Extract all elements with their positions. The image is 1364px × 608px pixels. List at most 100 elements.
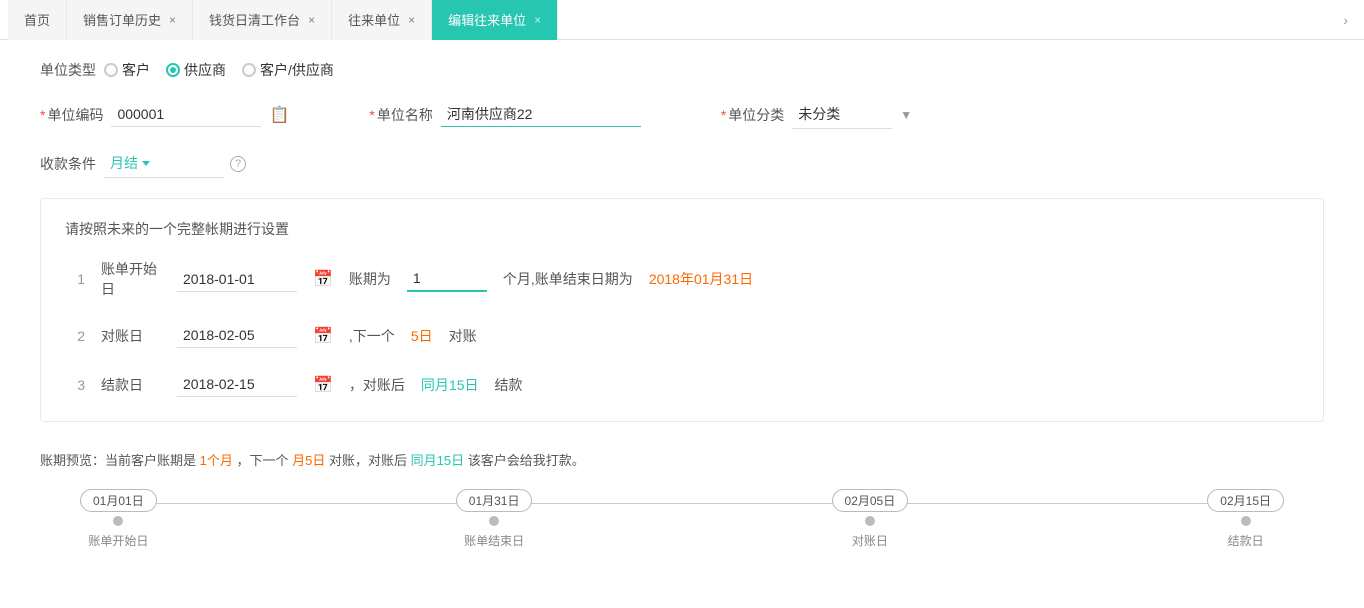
preview-part2: 月5日	[292, 453, 325, 468]
period-label-1: 账单开始日	[101, 259, 161, 299]
period-payment-cal-icon[interactable]: 📅	[313, 375, 333, 395]
payment-help-icon[interactable]: ?	[230, 156, 246, 172]
tab-home-label: 首页	[24, 10, 50, 29]
unit-name-input[interactable]	[441, 102, 641, 127]
radio-customer[interactable]: 客户	[104, 60, 150, 80]
radio-both-circle	[242, 63, 256, 77]
unit-category-value: 未分类	[792, 100, 892, 129]
timeline-dot-1	[113, 516, 123, 526]
timeline-point-1: 01月01日 账单开始日	[80, 489, 157, 549]
timeline-dot-3	[865, 516, 875, 526]
unit-info-row: * 单位编码 📋 * 单位名称 * 单位分类 未分类 ▼	[40, 100, 1324, 129]
radio-customer-label: 客户	[122, 60, 150, 80]
preview-part3: 同月15日	[411, 453, 464, 468]
period-reconcile-cal-icon[interactable]: 📅	[313, 326, 333, 346]
period-label-2: 对账日	[101, 326, 161, 346]
timeline-badge-2: 01月31日	[456, 489, 533, 512]
timeline-badge-4: 02月15日	[1207, 489, 1284, 512]
tab-daily-work-close[interactable]: ×	[308, 13, 315, 27]
radio-customer-circle	[104, 63, 118, 77]
tab-edit-counterparty-label: 编辑往来单位	[448, 10, 526, 29]
tab-counterparty-close[interactable]: ×	[408, 13, 415, 27]
unit-type-row: 单位类型 客户 供应商 客户/供应商	[40, 60, 1324, 80]
timeline: 01月01日 账单开始日 01月31日 账单结束日 02月05日 对账日	[40, 489, 1324, 549]
timeline-label-3: 对账日	[852, 532, 888, 549]
unit-category-star: *	[721, 107, 726, 123]
preview-sep2: 对账，对账后	[329, 453, 407, 468]
unit-category-field-group: 未分类 ▼	[792, 100, 912, 129]
tab-home[interactable]: 首页	[8, 0, 67, 40]
unit-code-star: *	[40, 107, 45, 123]
timeline-point-2: 01月31日 账单结束日	[456, 489, 533, 549]
timeline-label-2: 账单结束日	[464, 532, 524, 549]
period-payment-date-input[interactable]	[177, 372, 297, 397]
period-row-2: 2 对账日 📅 ,下一个 5日 对账	[65, 323, 1299, 348]
timeline-label-1: 账单开始日	[88, 532, 148, 549]
period-start-date-input[interactable]	[177, 267, 297, 292]
period-box: 请按照未来的一个完整帐期进行设置 1 账单开始日 📅 账期为 个月,账单结束日期…	[40, 198, 1324, 422]
period-reconcile-date-input[interactable]	[177, 323, 297, 348]
radio-both[interactable]: 客户/供应商	[242, 60, 334, 80]
unit-category-label: 单位分类	[728, 105, 784, 125]
period-row-1: 1 账单开始日 📅 账期为 个月,账单结束日期为 2018年01月31日	[65, 259, 1299, 299]
period-num-1: 1	[65, 271, 85, 287]
timeline-points: 01月01日 账单开始日 01月31日 账单结束日 02月05日 对账日	[80, 489, 1284, 549]
period-payment-desc-suffix: 结款	[495, 375, 523, 395]
tab-counterparty-label: 往来单位	[348, 10, 400, 29]
timeline-point-3: 02月05日 对账日	[832, 489, 909, 549]
tab-daily-work-label: 钱货日清工作台	[209, 10, 300, 29]
tabs-bar: 首页 销售订单历史 × 钱货日清工作台 × 往来单位 × 编辑往来单位 × ›	[0, 0, 1364, 40]
period-num-2: 2	[65, 328, 85, 344]
unit-name-star: *	[369, 107, 374, 123]
tab-daily-work[interactable]: 钱货日清工作台 ×	[193, 0, 332, 40]
period-payment-highlight: 同月15日	[421, 375, 479, 395]
timeline-dot-2	[489, 516, 499, 526]
payment-select[interactable]: 月结	[104, 149, 224, 178]
tab-edit-counterparty-close[interactable]: ×	[534, 13, 541, 27]
tab-sales-history-close[interactable]: ×	[169, 13, 176, 27]
tab-edit-counterparty[interactable]: 编辑往来单位 ×	[432, 0, 558, 40]
period-start-cal-icon[interactable]: 📅	[313, 269, 333, 289]
preview-section: 账期预览：当前客户账期是 1个月 ，下一个 月5日 对账，对账后 同月15日 该…	[40, 438, 1324, 549]
tab-counterparty[interactable]: 往来单位 ×	[332, 0, 432, 40]
period-row-3: 3 结款日 📅 ，对账后 同月15日 结款	[65, 372, 1299, 397]
unit-name-label: 单位名称	[377, 105, 433, 125]
unit-code-icon[interactable]: 📋	[269, 105, 289, 125]
tab-sales-history[interactable]: 销售订单历史 ×	[67, 0, 193, 40]
radio-supplier[interactable]: 供应商	[166, 60, 226, 80]
period-reconcile-desc-prefix: ,下一个	[349, 326, 395, 346]
unit-code-label: 单位编码	[47, 105, 103, 125]
unit-code-field-group: 📋	[111, 102, 289, 127]
radio-both-label: 客户/供应商	[260, 60, 334, 80]
preview-part1: 1个月	[200, 453, 233, 468]
payment-row: 收款条件 月结 ?	[40, 149, 1324, 178]
radio-supplier-circle	[166, 63, 180, 77]
tab-sales-history-label: 销售订单历史	[83, 10, 161, 29]
main-content: 单位类型 客户 供应商 客户/供应商 * 单位编码 📋 * 单位名称	[0, 40, 1364, 608]
unit-type-label: 单位类型	[40, 60, 96, 80]
tabs-more-arrow[interactable]: ›	[1335, 12, 1356, 28]
period-reconcile-desc-suffix: 对账	[449, 326, 477, 346]
period-months-prefix: 账期为	[349, 269, 391, 289]
period-box-title: 请按照未来的一个完整帐期进行设置	[65, 219, 1299, 239]
period-months-suffix: 个月,账单结束日期为	[503, 269, 633, 289]
timeline-badge-1: 01月01日	[80, 489, 157, 512]
period-payment-desc-prefix: ，对账后	[349, 375, 405, 395]
timeline-label-4: 结款日	[1228, 532, 1264, 549]
payment-chevron	[142, 161, 150, 166]
unit-type-radio-group: 客户 供应商 客户/供应商	[104, 60, 334, 80]
preview-suffix: 该客户会给我打款。	[468, 453, 585, 468]
period-months-input[interactable]	[407, 266, 487, 292]
timeline-dot-4	[1241, 516, 1251, 526]
unit-category-chevron[interactable]: ▼	[900, 108, 912, 122]
timeline-badge-3: 02月05日	[832, 489, 909, 512]
unit-code-input[interactable]	[111, 102, 261, 127]
preview-text: 账期预览：当前客户账期是 1个月 ，下一个 月5日 对账，对账后 同月15日 该…	[40, 450, 1324, 469]
period-num-3: 3	[65, 377, 85, 393]
preview-prefix: 账期预览：当前客户账期是	[40, 453, 196, 468]
period-end-date-highlight: 2018年01月31日	[649, 269, 753, 289]
timeline-point-4: 02月15日 结款日	[1207, 489, 1284, 549]
period-reconcile-highlight: 5日	[411, 326, 433, 346]
payment-label: 收款条件	[40, 154, 96, 174]
period-label-3: 结款日	[101, 375, 161, 395]
